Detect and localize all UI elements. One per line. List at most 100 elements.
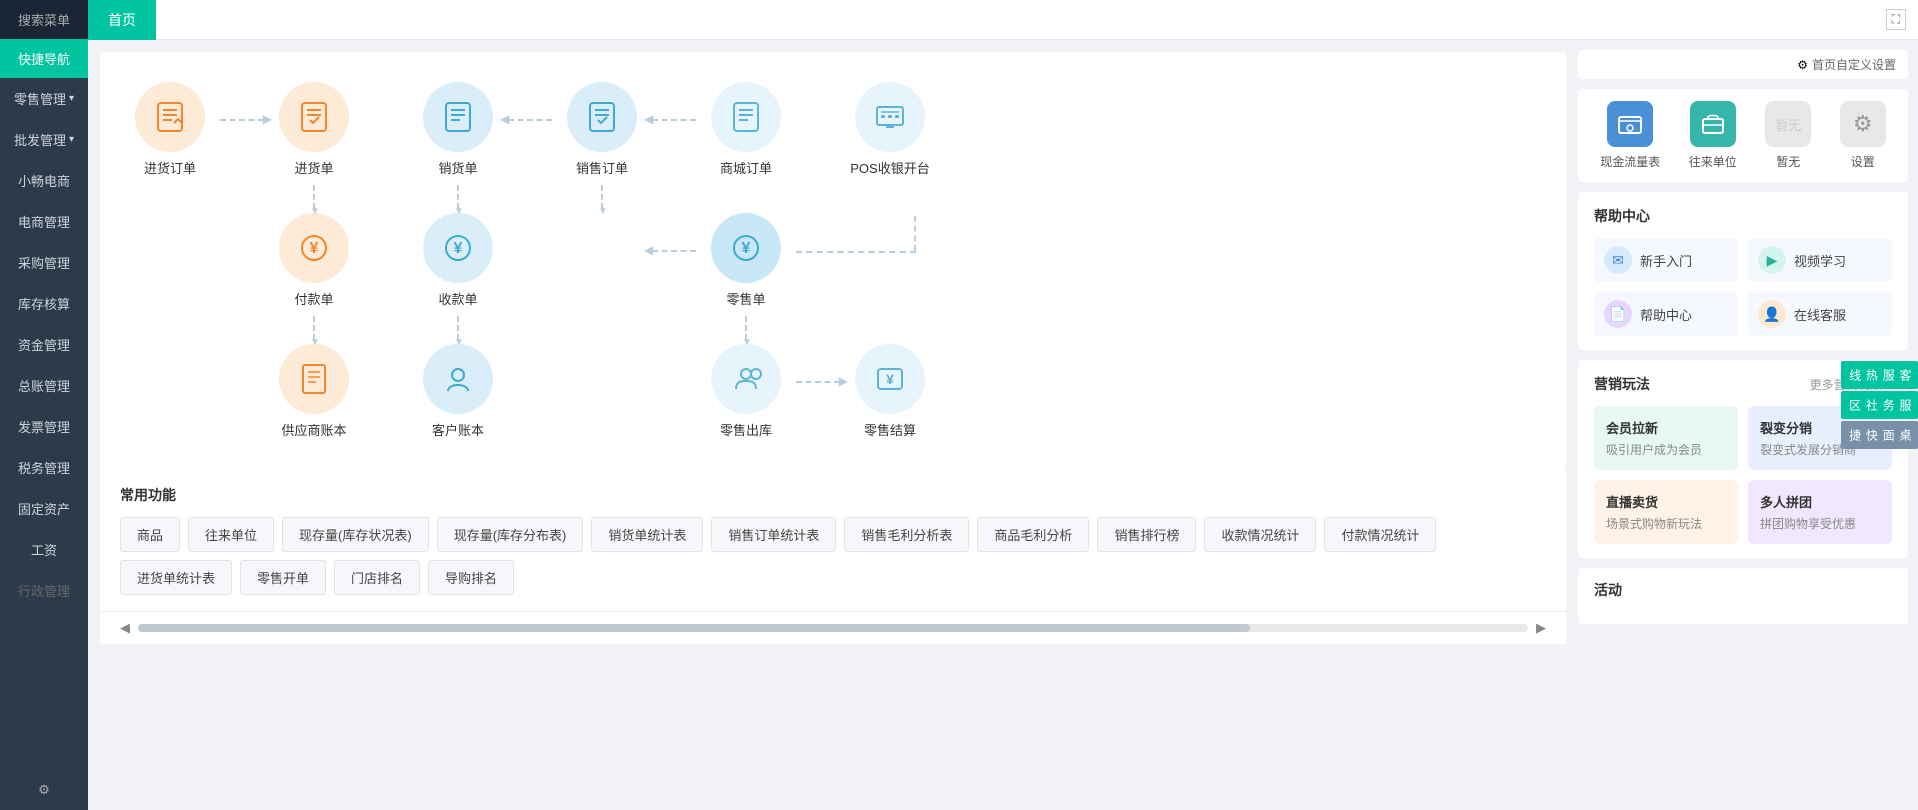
help-grid: ✉ 新手入门 ▶ 视频学习 📄 帮助中心 👤 在线客服 — [1594, 238, 1892, 336]
arrow-1: ▶ — [220, 85, 264, 155]
sidebar-settings[interactable]: ⚙ — [0, 770, 88, 810]
btn-sp-moli[interactable]: 商品毛利分析 — [977, 517, 1089, 552]
sidebar-item-purchase[interactable]: 采购管理 — [0, 242, 88, 283]
sidebar-search[interactable]: 搜索菜单 — [0, 0, 88, 39]
common-functions-title: 常用功能 — [120, 485, 1546, 505]
btn-shangpin[interactable]: 商品 — [120, 517, 180, 552]
btn-lsdk[interactable]: 零售开单 — [240, 560, 326, 595]
topbar-right: ⛶ — [1886, 9, 1918, 30]
btn-xs-rank[interactable]: 销售排行榜 — [1097, 517, 1196, 552]
main-wrapper: 首页 ⛶ 进货订单 — [88, 0, 1918, 810]
flow-card: 进货订单 ▶ 进货单 — [100, 52, 1566, 469]
sidebar-item-ledger[interactable]: 总账管理 — [0, 365, 88, 406]
btn-xs-moli[interactable]: 销售毛利分析表 — [844, 517, 969, 552]
sidebar-item-finance[interactable]: 资金管理 — [0, 324, 88, 365]
help-item-service[interactable]: 👤 在线客服 — [1748, 292, 1892, 336]
sidebar-item-assets[interactable]: 固定资产 — [0, 488, 88, 529]
left-panel: 进货订单 ▶ 进货单 — [88, 40, 1578, 810]
btn-fk-stat[interactable]: 付款情况统计 — [1324, 517, 1436, 552]
expand-button[interactable]: ⛶ — [1886, 9, 1906, 30]
float-btn-service[interactable]: 客服热线 — [1841, 361, 1918, 389]
activity-title: 活动 — [1594, 580, 1892, 600]
content-area: 进货订单 ▶ 进货单 — [88, 40, 1918, 810]
svg-text:¥: ¥ — [310, 240, 319, 257]
btn-jhd-stat[interactable]: 进货单统计表 — [120, 560, 232, 595]
common-functions-grid: 商品 往来单位 现存量(库存状况表) 现存量(库存分布表) 销货单统计表 销售订… — [120, 517, 1546, 595]
node-ls-dan[interactable]: ¥ 零售单 — [696, 213, 796, 308]
scroll-area: ◀ ▶ — [100, 611, 1566, 644]
sidebar-item-ecom[interactable]: 电商管理 — [0, 201, 88, 242]
sidebar-item-tax[interactable]: 税务管理 — [0, 447, 88, 488]
scroll-left-arrow[interactable]: ◀ — [120, 620, 130, 636]
gear-icon: ⚙ — [1797, 58, 1808, 72]
sidebar-item-wholesale[interactable]: 批发管理▾ — [0, 119, 88, 160]
pos-connector — [796, 216, 916, 286]
btn-sk-stat[interactable]: 收款情况统计 — [1204, 517, 1316, 552]
scroll-track — [138, 624, 1528, 632]
help-item-beginner[interactable]: ✉ 新手入门 — [1594, 238, 1738, 282]
help-item-help[interactable]: 📄 帮助中心 — [1594, 292, 1738, 336]
node-ls-js[interactable]: ¥ 零售结算 — [840, 344, 940, 439]
marketing-item-member[interactable]: 会员拉新 吸引用户成为会员 — [1594, 406, 1738, 470]
flow-diagram: 进货订单 ▶ 进货单 — [120, 72, 1546, 449]
service-icon: 👤 — [1758, 300, 1786, 328]
node-kh-zb[interactable]: 客户账本 — [408, 344, 508, 439]
float-btn-desktop[interactable]: 桌面快捷 — [1841, 421, 1918, 449]
arrow-4: ◀ — [652, 216, 696, 286]
quick-icon-units[interactable]: 往来单位 — [1689, 101, 1737, 170]
settings-icon: ⚙ — [1840, 101, 1886, 147]
help-item-video[interactable]: ▶ 视频学习 — [1748, 238, 1892, 282]
help-title: 帮助中心 — [1594, 206, 1892, 226]
node-jh-dan[interactable]: 进货单 — [264, 82, 364, 177]
customize-link[interactable]: 首页自定义设置 — [1812, 56, 1896, 73]
sidebar-nav-active[interactable]: 快捷导航 — [0, 39, 88, 78]
quick-icon-cashflow[interactable]: 现金流量表 — [1600, 101, 1660, 170]
marketing-item-group[interactable]: 多人拼团 拼团购物享受优惠 — [1748, 480, 1892, 544]
node-fk-dan[interactable]: ¥ 付款单 — [264, 213, 364, 308]
node-jh-order[interactable]: 进货订单 — [120, 82, 220, 177]
arrow-5: ▶ — [796, 347, 840, 417]
sidebar-item-retail[interactable]: 零售管理▾ — [0, 78, 88, 119]
node-ls-ck[interactable]: 零售出库 — [696, 344, 796, 439]
btn-xcl1[interactable]: 现存量(库存状况表) — [282, 517, 429, 552]
marketing-title: 营销玩法 — [1594, 374, 1650, 394]
v-arrows-row2: ▼ ▼ — [120, 316, 1546, 340]
marketing-item-live[interactable]: 直播卖货 场景式购物新玩法 — [1594, 480, 1738, 544]
sidebar-item-admin[interactable]: 行政管理 — [0, 570, 88, 611]
svg-text:¥: ¥ — [454, 240, 463, 257]
node-pos[interactable]: POS收银开台 — [840, 82, 940, 177]
chevron-down-icon: ▾ — [69, 134, 74, 145]
quick-icons: 现金流量表 往来单位 暂无 暂无 ⚙ 设置 — [1578, 89, 1908, 182]
node-xs-order[interactable]: 销售订单 — [552, 82, 652, 177]
sidebar-item-invoice[interactable]: 发票管理 — [0, 406, 88, 447]
quick-icon-settings[interactable]: ⚙ 设置 — [1840, 101, 1886, 170]
help-center: 帮助中心 ✉ 新手入门 ▶ 视频学习 📄 帮助中心 👤 — [1578, 192, 1908, 350]
btn-wldy[interactable]: 往来单位 — [188, 517, 274, 552]
node-gys-zb[interactable]: 供应商账本 — [264, 344, 364, 439]
sidebar-item-ecom-small[interactable]: 小畅电商 — [0, 160, 88, 201]
cashflow-icon — [1607, 101, 1653, 147]
node-xh-dan[interactable]: 销货单 — [408, 82, 508, 177]
btn-xhd-stat[interactable]: 销货单统计表 — [591, 517, 703, 552]
topbar: 首页 ⛶ — [88, 0, 1918, 40]
activity-section: 活动 — [1578, 568, 1908, 624]
sidebar-item-salary[interactable]: 工资 — [0, 529, 88, 570]
sidebar: 搜索菜单 快捷导航 零售管理▾ 批发管理▾ 小畅电商 电商管理 采购管理 库存核… — [0, 0, 88, 810]
btn-xcl2[interactable]: 现存量(库存分布表) — [437, 517, 584, 552]
tab-home[interactable]: 首页 — [88, 0, 156, 40]
node-sk-dan[interactable]: ¥ 收款单 — [408, 213, 508, 308]
arrow-3: ◀ — [652, 85, 696, 155]
svg-text:¥: ¥ — [742, 240, 751, 257]
btn-mspf[interactable]: 门店排名 — [334, 560, 420, 595]
btn-xsdd-stat[interactable]: 销售订单统计表 — [711, 517, 836, 552]
units-icon — [1690, 101, 1736, 147]
quick-icon-none[interactable]: 暂无 暂无 — [1765, 101, 1811, 170]
scroll-right-arrow[interactable]: ▶ — [1536, 620, 1546, 636]
none-icon: 暂无 — [1765, 101, 1811, 147]
scroll-thumb[interactable] — [138, 624, 1250, 632]
sidebar-item-inventory[interactable]: 库存核算 — [0, 283, 88, 324]
float-btn-community[interactable]: 服务社区 — [1841, 391, 1918, 419]
video-icon: ▶ — [1758, 246, 1786, 274]
btn-dgpf[interactable]: 导购排名 — [428, 560, 514, 595]
node-sc-order[interactable]: 商城订单 — [696, 82, 796, 177]
